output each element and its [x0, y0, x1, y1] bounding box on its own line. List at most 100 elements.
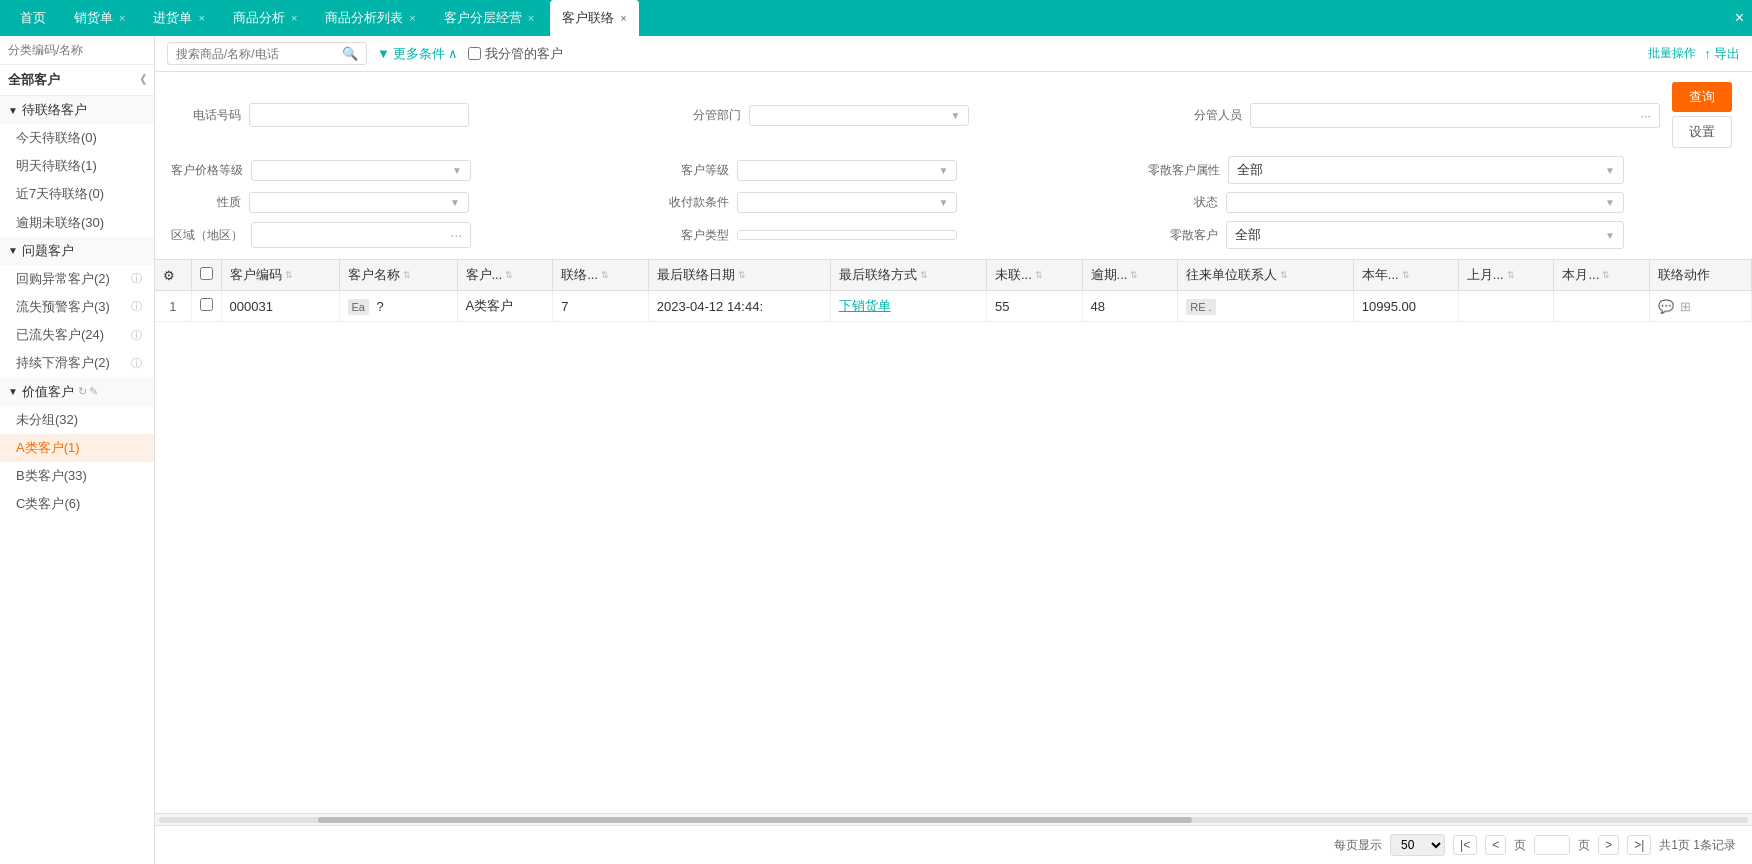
- first-page-btn[interactable]: |<: [1453, 835, 1477, 855]
- filter-region-select[interactable]: ···: [251, 222, 471, 248]
- edit-icon[interactable]: ✎: [89, 385, 98, 398]
- filter-row-2: 客户价格等级 ▼ 客户等级 ▼ 零散客户属性 全部: [171, 156, 1736, 184]
- sort-name-icon[interactable]: ⇅: [403, 270, 411, 280]
- tab-customer-segment-label: 客户分层经营: [444, 9, 522, 27]
- sidebar-item-today-contact[interactable]: 今天待联络(0): [0, 124, 154, 152]
- filter-region-dots[interactable]: ···: [450, 227, 462, 243]
- th-last-contact-date: 最后联络日期 ⇅: [648, 260, 830, 291]
- sort-last-method-icon[interactable]: ⇅: [920, 270, 928, 280]
- filter-price-level-select[interactable]: ▼: [251, 160, 471, 181]
- window-close-icon[interactable]: ×: [1735, 9, 1744, 27]
- filter-person-select[interactable]: ···: [1250, 103, 1660, 128]
- filter-search-input[interactable]: [176, 47, 342, 61]
- chat-action-icon[interactable]: 💬: [1658, 299, 1674, 314]
- sort-last-date-icon[interactable]: ⇅: [738, 270, 746, 280]
- sort-contact-count-icon[interactable]: ⇅: [601, 270, 609, 280]
- sidebar-search-input[interactable]: [8, 43, 155, 57]
- tab-goods-analysis-list-close[interactable]: ×: [409, 12, 415, 24]
- sidebar-item-7days-contact[interactable]: 近7天待联络(0): [0, 180, 154, 208]
- last-page-btn[interactable]: >|: [1627, 835, 1651, 855]
- refresh-icon[interactable]: ↻: [78, 385, 87, 398]
- settings-btn[interactable]: 设置: [1672, 116, 1732, 148]
- query-actions: 查询 设置: [1672, 82, 1736, 148]
- sort-no-contact-icon[interactable]: ⇅: [1035, 270, 1043, 280]
- th-name: 客户名称 ⇅: [339, 260, 457, 291]
- filter-zero-retail-attr-select[interactable]: 全部 ▼: [1228, 156, 1624, 184]
- sidebar-collapse-icon[interactable]: 《: [134, 72, 146, 89]
- arrow-icon-3: ▼: [8, 386, 18, 397]
- sort-this-year-icon[interactable]: ⇅: [1402, 270, 1410, 280]
- page-input[interactable]: 1: [1534, 835, 1570, 855]
- unit-contact-tag: RE .: [1186, 299, 1215, 315]
- filter-nature-select[interactable]: ▼: [249, 192, 469, 213]
- filter-zero-retail-select[interactable]: 全部 ▼: [1226, 221, 1624, 249]
- next-page-btn[interactable]: >: [1598, 835, 1619, 855]
- filter-phone-input[interactable]: [249, 103, 469, 127]
- tab-sales-close[interactable]: ×: [119, 12, 125, 24]
- prev-page-btn[interactable]: <: [1485, 835, 1506, 855]
- sidebar-item-class-c[interactable]: C类客户(6): [0, 490, 154, 518]
- row-checkbox[interactable]: [200, 298, 213, 311]
- tab-goods-analysis-list[interactable]: 商品分析列表 ×: [313, 0, 427, 36]
- sidebar-group-problem-customers[interactable]: ▼ 问题客户: [0, 237, 154, 265]
- tab-customer-segment[interactable]: 客户分层经营 ×: [432, 0, 546, 36]
- tab-purchase-close[interactable]: ×: [198, 12, 204, 24]
- my-customers-checkbox[interactable]: [468, 47, 481, 60]
- sort-last-month-icon[interactable]: ⇅: [1507, 270, 1515, 280]
- sort-type-icon[interactable]: ⇅: [505, 270, 513, 280]
- last-method-link[interactable]: 下销货单: [839, 298, 891, 313]
- tab-home[interactable]: 首页: [8, 0, 58, 36]
- export-icon: ↑: [1704, 46, 1711, 61]
- filter-search-icon[interactable]: 🔍: [342, 46, 358, 61]
- sidebar-item-churn-warning[interactable]: 流失预警客户(3) ⓘ: [0, 293, 154, 321]
- sidebar-item-tomorrow-contact[interactable]: 明天待联络(1): [0, 152, 154, 180]
- filter-more-btn[interactable]: ▼ 更多条件 ∧: [377, 45, 458, 63]
- filter-customer-level-select[interactable]: ▼: [737, 160, 957, 181]
- horizontal-scrollbar[interactable]: [155, 813, 1752, 825]
- sidebar-item-churned[interactable]: 已流失客户(24) ⓘ: [0, 321, 154, 349]
- tab-sales[interactable]: 销货单 ×: [62, 0, 137, 36]
- gear-icon[interactable]: ⚙: [163, 268, 175, 283]
- customer-table: ⚙ 客户编码 ⇅: [155, 260, 1752, 322]
- cell-contact-count: 7: [553, 291, 649, 322]
- select-all-checkbox[interactable]: [200, 267, 213, 280]
- grid-action-icon[interactable]: ⊞: [1680, 299, 1691, 314]
- export-btn[interactable]: ↑ 导出: [1704, 45, 1740, 63]
- info-icon-4: ⓘ: [131, 356, 142, 371]
- filter-status-select[interactable]: ▼: [1226, 192, 1624, 213]
- filter-customer-type-select[interactable]: [737, 230, 957, 240]
- cell-last-month: [1458, 291, 1554, 322]
- payment-dropdown-icon: ▼: [938, 197, 948, 208]
- sidebar-item-repurchase-abnormal[interactable]: 回购异常客户(2) ⓘ: [0, 265, 154, 293]
- per-page-select[interactable]: 50 100 200: [1390, 834, 1445, 856]
- scrollbar-thumb[interactable]: [318, 817, 1192, 823]
- sidebar-group-pending-contact[interactable]: ▼ 待联络客户: [0, 96, 154, 124]
- sort-code-icon[interactable]: ⇅: [285, 270, 293, 280]
- filter-payment-select[interactable]: ▼: [737, 192, 957, 213]
- query-btn[interactable]: 查询: [1672, 82, 1732, 112]
- sidebar-all-customers-label: 全部客户: [8, 71, 60, 89]
- filter-region-label: 区域（地区）: [171, 227, 243, 244]
- filter-person-dots[interactable]: ···: [1640, 108, 1651, 123]
- sidebar-item-class-a[interactable]: A类客户(1): [0, 434, 154, 462]
- sidebar-item-ungrouped[interactable]: 未分组(32): [0, 406, 154, 434]
- sidebar-item-class-b[interactable]: B类客户(33): [0, 462, 154, 490]
- tab-goods-analysis[interactable]: 商品分析 ×: [221, 0, 309, 36]
- tab-customer-contact[interactable]: 客户联络 ×: [550, 0, 638, 36]
- table-scroll[interactable]: ⚙ 客户编码 ⇅: [155, 260, 1752, 813]
- sort-unit-contact-icon[interactable]: ⇅: [1280, 270, 1288, 280]
- tab-purchase[interactable]: 进货单 ×: [141, 0, 216, 36]
- tab-customer-contact-close[interactable]: ×: [620, 12, 626, 24]
- sidebar-item-declining[interactable]: 持续下滑客户(2) ⓘ: [0, 349, 154, 377]
- sort-this-month-icon[interactable]: ⇅: [1602, 270, 1610, 280]
- sort-overdue-icon[interactable]: ⇅: [1130, 270, 1138, 280]
- filter-person-label: 分管人员: [1172, 107, 1242, 124]
- sidebar-item-overdue-contact[interactable]: 逾期未联络(30): [0, 209, 154, 237]
- sidebar-group-value-customers[interactable]: ▼ 价值客户 ↻ ✎: [0, 378, 154, 406]
- tab-goods-analysis-list-label: 商品分析列表: [325, 9, 403, 27]
- filter-dept-select[interactable]: ▼: [749, 105, 969, 126]
- batch-ops-btn[interactable]: 批量操作: [1648, 45, 1696, 62]
- filter-nature-label: 性质: [171, 194, 241, 211]
- tab-goods-analysis-close[interactable]: ×: [291, 12, 297, 24]
- tab-customer-segment-close[interactable]: ×: [528, 12, 534, 24]
